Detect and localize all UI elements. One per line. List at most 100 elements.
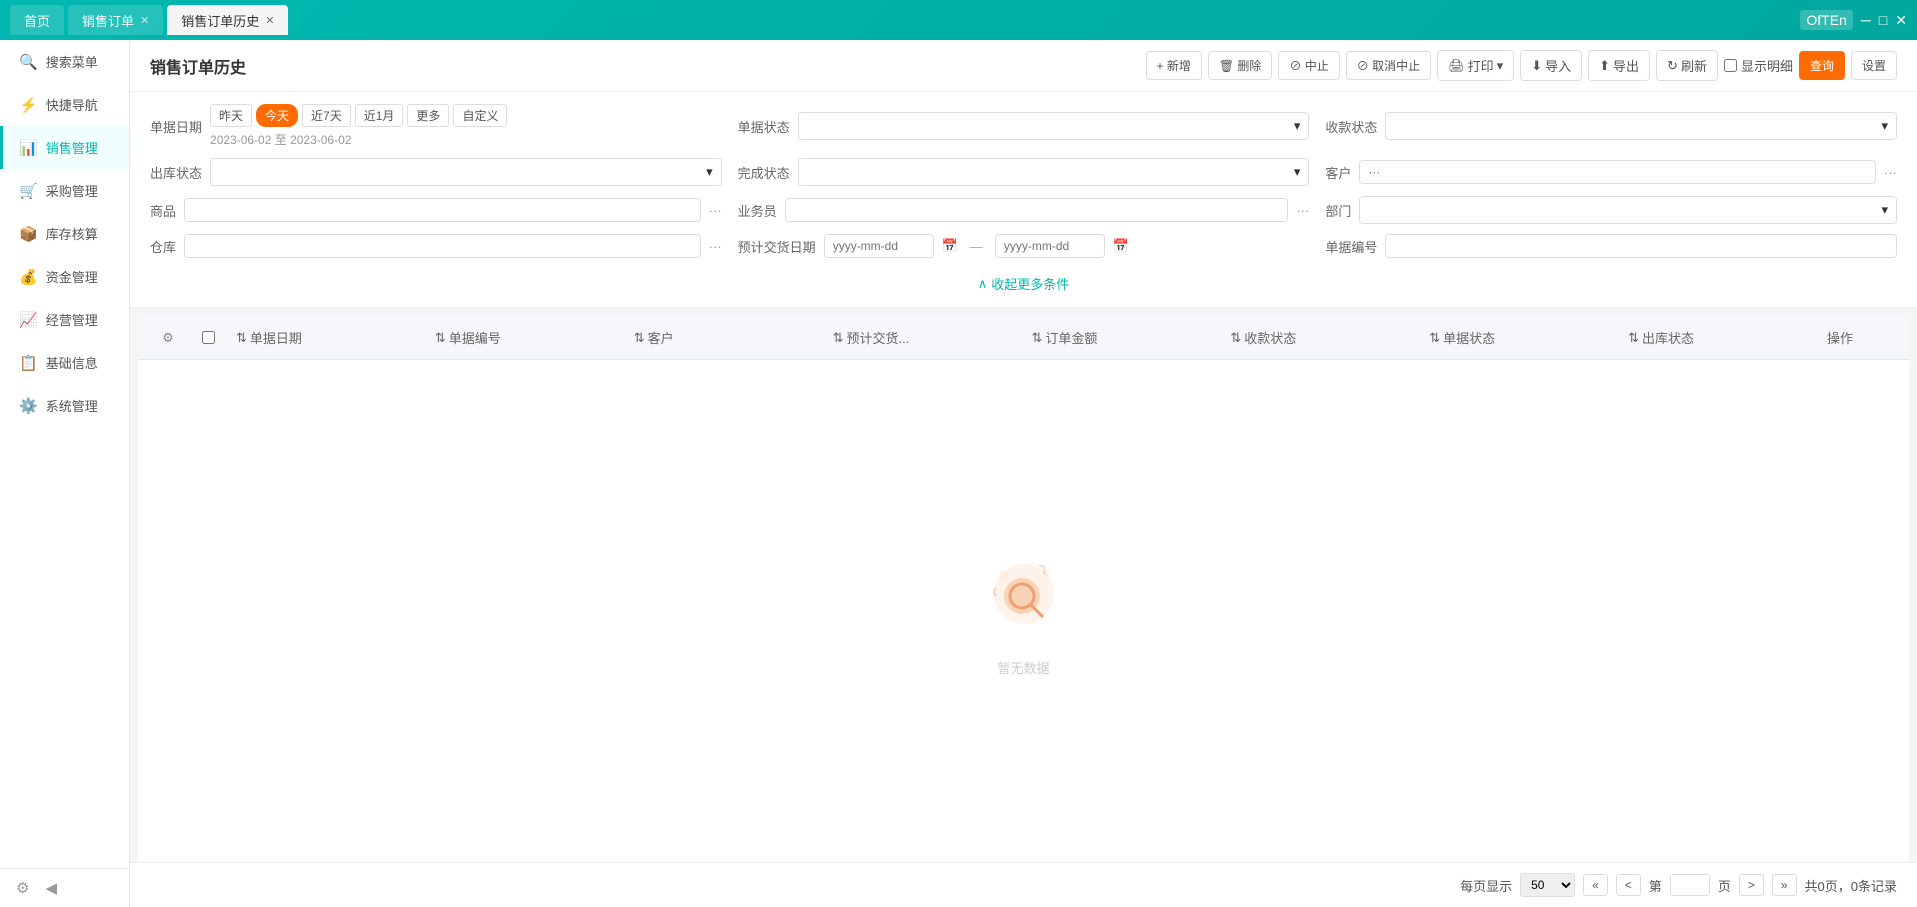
th-out-sort: ⇅ (1628, 330, 1639, 346)
next-page-button[interactable]: > (1739, 874, 1764, 896)
filter-area: 单据日期 昨天 今天 近7天 近1月 更多 自定义 2023-06-02 至 2… (130, 92, 1917, 308)
dept-select[interactable]: ▾ (1359, 196, 1897, 224)
sidebar-item-search-menu[interactable]: 🔍 搜索菜单 (0, 40, 129, 83)
filter-warehouse: 仓库 ··· (150, 234, 722, 258)
delete-button[interactable]: 🗑 删除 (1208, 51, 1273, 80)
collapse-more[interactable]: ∧ 收起更多条件 (150, 268, 1897, 295)
display-toggle: 显示明细 (1724, 56, 1793, 75)
date-btn-7days[interactable]: 近7天 (302, 104, 351, 127)
page-num-input[interactable]: 1 (1670, 874, 1710, 896)
date-btn-yesterday[interactable]: 昨天 (210, 104, 252, 127)
import-label: 导入 (1545, 56, 1571, 75)
filter-customer: 客户 ··· (1325, 160, 1897, 184)
tab-sales-history[interactable]: 销售订单历史 ✕ (167, 5, 288, 35)
first-page-button[interactable]: « (1583, 874, 1608, 896)
date-btn-custom[interactable]: 自定义 (453, 104, 507, 127)
filter-goods: 商品 ··· (150, 198, 722, 222)
table-header-checkbox[interactable] (188, 331, 228, 344)
order-status-label: 单据状态 (738, 117, 790, 136)
sidebar-item-system[interactable]: ⚙️ 系统管理 (0, 384, 129, 427)
customer-input[interactable] (1359, 160, 1876, 184)
tab-sales-order-close[interactable]: ✕ (140, 14, 149, 27)
sidebar-item-sales-mgmt[interactable]: 📊 销售管理 (0, 126, 129, 169)
cancel-stop-button[interactable]: ⊘ 取消中止 (1346, 51, 1431, 80)
inventory-icon: 📦 (19, 225, 38, 243)
date-btn-1month[interactable]: 近1月 (355, 104, 404, 127)
th-order-amount: ⇅ 订单金额 (1024, 318, 1223, 357)
goods-dots[interactable]: ··· (709, 203, 722, 218)
export-button[interactable]: ⬆ 导出 (1588, 50, 1650, 81)
tab-sales-history-close[interactable]: ✕ (265, 14, 274, 27)
restore-icon[interactable]: □ (1879, 12, 1887, 28)
dept-dropdown-icon: ▾ (1881, 202, 1888, 218)
select-all-checkbox[interactable] (202, 331, 215, 344)
delivery-date-end[interactable] (995, 234, 1105, 258)
order-status-select[interactable]: ▾ (798, 112, 1310, 140)
filter-complete-status: 完成状态 ▾ (738, 158, 1310, 186)
calendar-start-icon[interactable]: 📅 (942, 238, 958, 254)
refresh-button[interactable]: ↻ 刷新 (1656, 50, 1718, 81)
sidebar-item-finance[interactable]: 💰 资金管理 (0, 255, 129, 298)
page-size-label: 每页显示 (1460, 876, 1512, 895)
th-order-no-sort: ⇅ (435, 330, 446, 346)
table-header: ⚙ ⇅ 单据日期 ⇅ 单据编号 ⇅ 客户 ⇅ 预计交货. (138, 316, 1909, 360)
sidebar-item-quick-nav[interactable]: ⚡ 快捷导航 (0, 83, 129, 126)
out-status-select[interactable]: ▾ (210, 158, 722, 186)
import-button[interactable]: ⬇ 导入 (1520, 50, 1582, 81)
tab-sales-order[interactable]: 销售订单 ✕ (68, 5, 163, 35)
query-button[interactable]: 查询 (1799, 51, 1845, 80)
delivery-date-start[interactable] (824, 234, 934, 258)
warehouse-dots[interactable]: ··· (709, 239, 722, 254)
sidebar-item-purchase-mgmt[interactable]: 🛒 采购管理 (0, 169, 129, 212)
page-header: 销售订单历史 + 新增 🗑 删除 ⊘ 中止 ⊘ 取消中止 🖨 打印 ▾ ⬇ 导入… (130, 40, 1917, 92)
warehouse-input[interactable] (184, 234, 701, 258)
tab-home[interactable]: 首页 (10, 5, 64, 35)
last-page-button[interactable]: » (1772, 874, 1797, 896)
sidebar-settings-icon[interactable]: ⚙ (16, 879, 29, 897)
stop-button[interactable]: ⊘ 中止 (1278, 51, 1339, 80)
customer-dots[interactable]: ··· (1884, 165, 1897, 180)
display-cols-checkbox[interactable] (1724, 59, 1737, 72)
sidebar-item-inventory[interactable]: 📦 库存核算 (0, 212, 129, 255)
sidebar-item-search-menu-label: 搜索菜单 (46, 52, 98, 71)
refresh-label: 刷新 (1681, 56, 1707, 75)
filter-delivery-date: 预计交货日期 📅 — 📅 (738, 234, 1310, 258)
print-button[interactable]: 🖨 打印 ▾ (1437, 50, 1514, 81)
system-icon: ⚙️ (19, 397, 38, 415)
delivery-date-label: 预计交货日期 (738, 237, 816, 256)
sidebar-item-operations[interactable]: 📈 经营管理 (0, 298, 129, 341)
filter-salesperson: 业务员 ··· (738, 198, 1310, 222)
payment-status-dropdown-icon: ▾ (1881, 118, 1888, 134)
main-layout: 🔍 搜索菜单 ⚡ 快捷导航 📊 销售管理 🛒 采购管理 📦 库存核算 💰 资金管… (0, 40, 1917, 907)
salesperson-input[interactable] (785, 198, 1289, 222)
empty-illustration (974, 546, 1074, 646)
date-btn-more[interactable]: 更多 (407, 104, 449, 127)
complete-status-select[interactable]: ▾ (798, 158, 1310, 186)
th-payment-sort: ⇅ (1230, 330, 1241, 346)
th-operations: 操作 (1819, 318, 1899, 357)
salesperson-dots[interactable]: ··· (1296, 203, 1309, 218)
sidebar-collapse-icon[interactable]: ◀ (45, 879, 57, 897)
close-icon[interactable]: ✕ (1895, 12, 1907, 29)
import-icon: ⬇ (1531, 58, 1542, 74)
settings-button[interactable]: 设置 (1851, 51, 1897, 80)
payment-status-select[interactable]: ▾ (1385, 112, 1897, 140)
new-button[interactable]: + 新增 (1146, 51, 1202, 80)
calendar-end-icon[interactable]: 📅 (1113, 238, 1129, 254)
base-info-icon: 📋 (19, 354, 38, 372)
goods-input[interactable] (184, 198, 701, 222)
filter-order-status: 单据状态 ▾ (738, 112, 1310, 140)
sidebar-item-base-info[interactable]: 📋 基础信息 (0, 341, 129, 384)
table-settings-gear[interactable]: ⚙ (148, 330, 188, 346)
table-area: ⚙ ⇅ 单据日期 ⇅ 单据编号 ⇅ 客户 ⇅ 预计交货. (138, 316, 1909, 862)
minimize-icon[interactable]: ─ (1861, 12, 1871, 28)
th-customer: ⇅ 客户 (626, 318, 825, 357)
empty-text: 暂无数据 (997, 658, 1049, 677)
date-btn-today[interactable]: 今天 (256, 104, 298, 127)
order-no-input[interactable] (1385, 234, 1897, 258)
filter-row-3: 商品 ··· 业务员 ··· 部门 ▾ (150, 196, 1897, 224)
page-size-select[interactable]: 50 10 20 100 (1520, 873, 1575, 897)
sidebar-item-inventory-label: 库存核算 (46, 224, 98, 243)
print-icon: 🖨 (1448, 58, 1465, 74)
prev-page-button[interactable]: < (1616, 874, 1641, 896)
